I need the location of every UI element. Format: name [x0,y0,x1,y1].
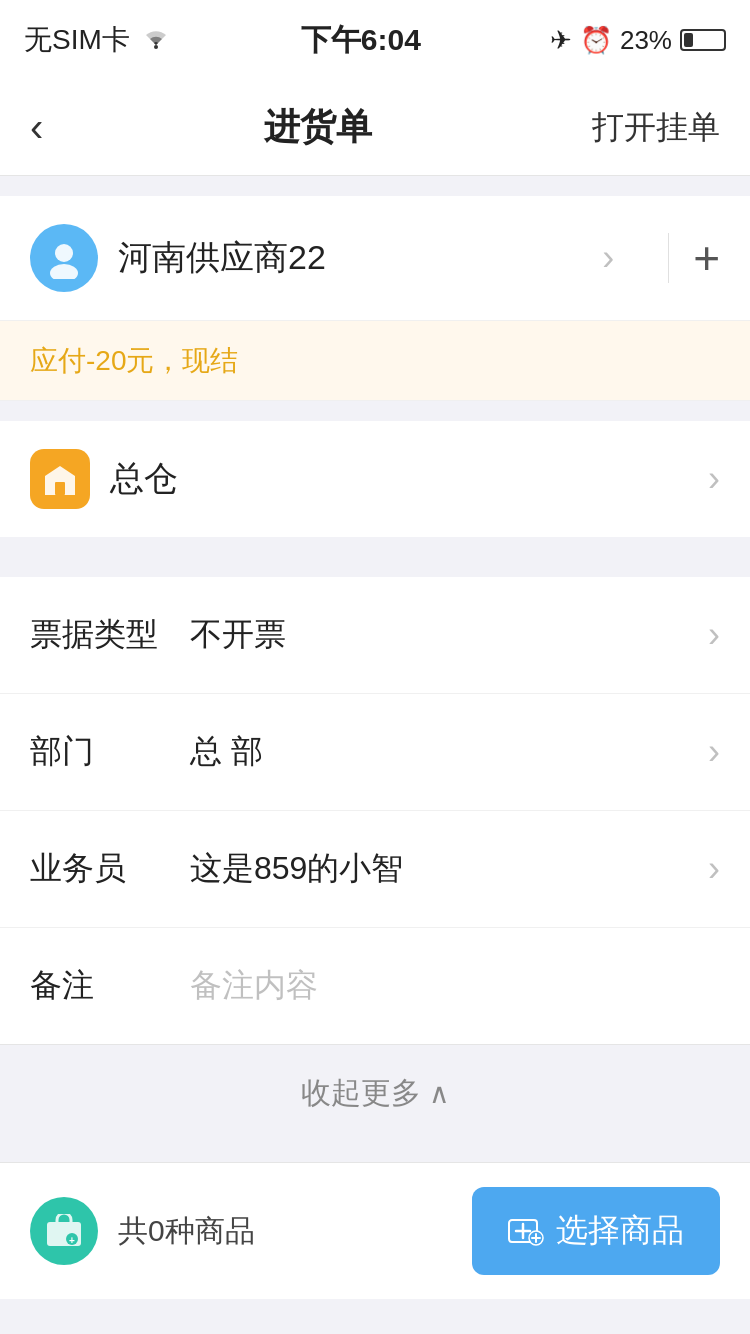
gap-1 [0,176,750,196]
dept-label: 部门 [30,730,160,774]
remark-label: 备注 [30,964,160,1008]
back-button[interactable]: ‹ [30,105,43,150]
select-product-button[interactable]: 选择商品 [472,1187,720,1275]
status-left: 无SIM卡 [24,21,172,59]
warehouse-name: 总仓 [110,456,708,502]
gap-3 [0,537,750,557]
page-title: 进货单 [264,103,372,152]
bottom-bar: + 共0种商品 选择商品 [0,1162,750,1299]
collapse-label: 收起更多 [301,1073,421,1114]
supplier-avatar [30,224,98,292]
add-supplier-button[interactable]: + [693,235,720,281]
notice-banner: 应付-20元，现结 [0,321,750,401]
supplier-row[interactable]: 河南供应商22 › + [0,196,750,321]
collapse-row[interactable]: 收起更多 ∧ [0,1044,750,1142]
form-section: 票据类型 不开票 › 部门 总 部 › 业务员 这是859的小智 › 备注 备注… [0,577,750,1044]
dept-row[interactable]: 部门 总 部 › [0,694,750,811]
sales-chevron-icon: › [708,848,720,890]
status-time: 下午6:04 [301,20,421,61]
invoice-chevron-icon: › [708,614,720,656]
warehouse-chevron-icon: › [708,458,720,500]
svg-rect-3 [55,482,65,495]
divider [668,233,669,283]
supplier-name: 河南供应商22 [118,235,602,281]
wifi-icon [140,24,172,56]
svg-point-1 [55,244,73,262]
svg-point-0 [154,45,158,49]
warehouse-card: 总仓 › [0,421,750,537]
sales-label: 业务员 [30,847,160,891]
invoice-row[interactable]: 票据类型 不开票 › [0,577,750,694]
battery-percent: 23% [620,25,672,56]
status-bar: 无SIM卡 下午6:04 ✈ ⏰ 23% [0,0,750,80]
dept-value: 总 部 [160,730,708,774]
carrier-text: 无SIM卡 [24,21,130,59]
remark-row[interactable]: 备注 备注内容 [0,928,750,1044]
alarm-icon: ⏰ [580,25,612,56]
invoice-label: 票据类型 [30,613,160,657]
product-count-text: 共0种商品 [118,1211,472,1252]
supplier-card: 河南供应商22 › + 应付-20元，现结 [0,196,750,401]
select-btn-label: 选择商品 [556,1209,684,1253]
svg-text:+: + [69,1235,75,1246]
sales-row[interactable]: 业务员 这是859的小智 › [0,811,750,928]
product-icon: + [30,1197,98,1265]
status-right: ✈ ⏰ 23% [550,25,726,56]
warehouse-icon [30,449,90,509]
svg-point-2 [50,264,78,279]
battery-icon [680,29,726,51]
gap-2 [0,401,750,421]
sales-value: 这是859的小智 [160,847,708,891]
invoice-value: 不开票 [160,613,708,657]
open-pending-button[interactable]: 打开挂单 [592,106,720,150]
lower-background [0,1299,750,1334]
notice-text: 应付-20元，现结 [30,345,238,376]
supplier-chevron-icon: › [602,237,614,279]
collapse-icon: ∧ [429,1077,450,1110]
gap-4 [0,1142,750,1162]
nav-bar: ‹ 进货单 打开挂单 [0,80,750,176]
remark-input[interactable]: 备注内容 [160,964,720,1008]
location-icon: ✈ [550,25,572,56]
warehouse-row[interactable]: 总仓 › [0,421,750,537]
dept-chevron-icon: › [708,731,720,773]
